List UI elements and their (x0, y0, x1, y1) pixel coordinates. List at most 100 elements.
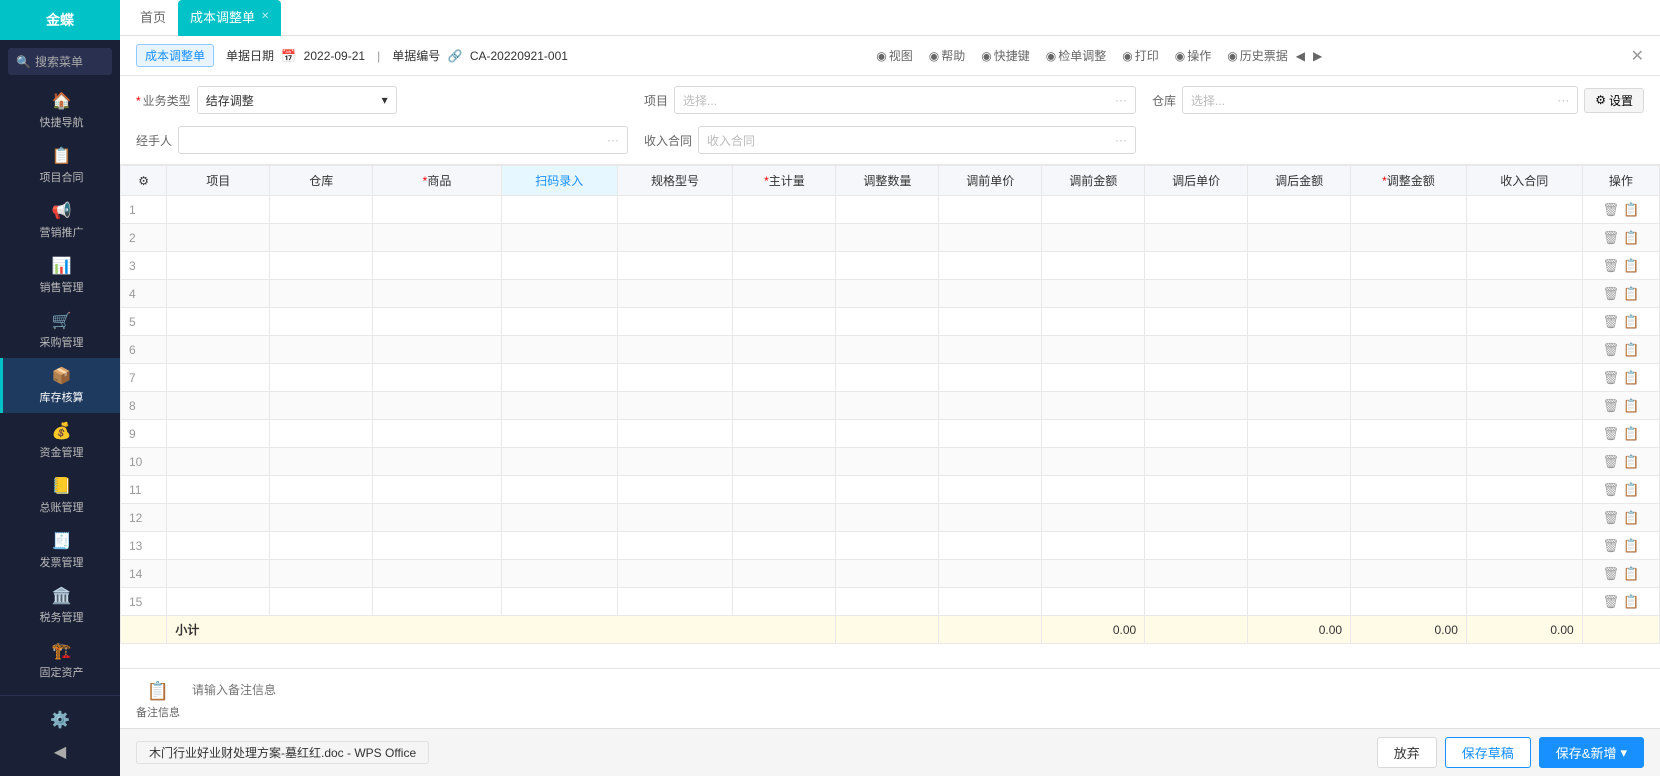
cell-row9-col1[interactable] (167, 420, 270, 448)
tab-close-cost-adjust[interactable]: ✕ (261, 11, 269, 22)
income-contract-input[interactable]: 收入合同 ··· (698, 126, 1136, 154)
cell-row13-col3[interactable] (373, 532, 502, 560)
cell-row11-col5[interactable] (617, 476, 733, 504)
cell-row14-col12[interactable] (1351, 560, 1467, 588)
cell-row9-col7[interactable] (836, 420, 939, 448)
cell-row1-col8[interactable] (939, 196, 1042, 224)
cell-row7-col3[interactable] (373, 364, 502, 392)
cell-row7-col13[interactable] (1466, 364, 1582, 392)
cell-row8-col10[interactable] (1145, 392, 1248, 420)
cell-row8-col13[interactable] (1466, 392, 1582, 420)
cell-row13-col6[interactable] (733, 532, 836, 560)
row-copy-icon-5[interactable]: 📋 (1623, 314, 1639, 329)
cell-row12-col7[interactable] (836, 504, 939, 532)
row-copy-icon-7[interactable]: 📋 (1623, 370, 1639, 385)
row-copy-icon-1[interactable]: 📋 (1623, 202, 1639, 217)
cell-row7-col1[interactable] (167, 364, 270, 392)
cell-row2-col5[interactable] (617, 224, 733, 252)
row-delete-icon-6[interactable]: 🗑 (1602, 342, 1619, 357)
row-delete-icon-2[interactable]: 🗑 (1602, 230, 1619, 245)
row-copy-icon-12[interactable]: 📋 (1623, 510, 1639, 525)
cell-row10-col1[interactable] (167, 448, 270, 476)
cell-row11-col1[interactable] (167, 476, 270, 504)
cell-row13-col5[interactable] (617, 532, 733, 560)
search-menu-button[interactable]: 🔍 搜索菜单 (8, 48, 112, 75)
cell-row12-col6[interactable] (733, 504, 836, 532)
cell-row8-col8[interactable] (939, 392, 1042, 420)
action-btn-help[interactable]: ◉帮助 (929, 47, 966, 64)
cell-row13-col2[interactable] (270, 532, 373, 560)
cell-row13-col8[interactable] (939, 532, 1042, 560)
business-type-select[interactable]: 结存调整 ▾ (197, 86, 397, 114)
cell-row5-col7[interactable] (836, 308, 939, 336)
cell-row14-col13[interactable] (1466, 560, 1582, 588)
cell-row1-col7[interactable] (836, 196, 939, 224)
save-new-button[interactable]: 保存&新增 ▾ (1539, 737, 1644, 768)
discard-button[interactable]: 放弃 (1377, 737, 1437, 768)
cell-row6-col13[interactable] (1466, 336, 1582, 364)
cell-row12-col3[interactable] (373, 504, 502, 532)
cell-row5-col3[interactable] (373, 308, 502, 336)
cell-row3-col12[interactable] (1351, 252, 1467, 280)
cell-row15-col6[interactable] (733, 588, 836, 616)
cell-row15-col13[interactable] (1466, 588, 1582, 616)
row-copy-icon-2[interactable]: 📋 (1623, 230, 1639, 245)
cell-row8-col11[interactable] (1248, 392, 1351, 420)
cell-row8-col2[interactable] (270, 392, 373, 420)
cell-row10-col5[interactable] (617, 448, 733, 476)
cell-row5-col8[interactable] (939, 308, 1042, 336)
cell-row12-col5[interactable] (617, 504, 733, 532)
cell-row13-col9[interactable] (1042, 532, 1145, 560)
cell-row12-col4[interactable] (501, 504, 617, 532)
cell-row1-col11[interactable] (1248, 196, 1351, 224)
cell-row6-col6[interactable] (733, 336, 836, 364)
cell-row2-col12[interactable] (1351, 224, 1467, 252)
close-button[interactable]: ✕ (1631, 46, 1644, 66)
taskbar-item[interactable]: 木门行业好业财处理方案-墓红红.doc - WPS Office (136, 741, 429, 764)
cell-row6-col12[interactable] (1351, 336, 1467, 364)
action-btn-view[interactable]: ◉视图 (876, 47, 913, 64)
cell-row15-col2[interactable] (270, 588, 373, 616)
cell-row7-col6[interactable] (733, 364, 836, 392)
cell-row7-col9[interactable] (1042, 364, 1145, 392)
row-copy-icon-3[interactable]: 📋 (1623, 258, 1639, 273)
sidebar-item-project-contract[interactable]: 📋 项目合同 (0, 138, 120, 193)
sidebar-item-fixed-assets[interactable]: 🏗️ 固定资产 (0, 633, 120, 688)
cell-row8-col7[interactable] (836, 392, 939, 420)
row-delete-icon-13[interactable]: 🗑 (1602, 538, 1619, 553)
cell-row1-col4[interactable] (501, 196, 617, 224)
cell-row10-col13[interactable] (1466, 448, 1582, 476)
cell-row9-col6[interactable] (733, 420, 836, 448)
cell-row15-col11[interactable] (1248, 588, 1351, 616)
action-btn-check-adjust[interactable]: ◉检单调整 (1046, 47, 1107, 64)
sidebar-item-ledger-mgmt[interactable]: 📒 总账管理 (0, 468, 120, 523)
cell-row10-col6[interactable] (733, 448, 836, 476)
cell-row4-col10[interactable] (1145, 280, 1248, 308)
cell-row9-col12[interactable] (1351, 420, 1467, 448)
cell-row12-col2[interactable] (270, 504, 373, 532)
cell-row1-col12[interactable] (1351, 196, 1467, 224)
cell-row3-col5[interactable] (617, 252, 733, 280)
col-gear[interactable]: ⚙ (121, 166, 167, 196)
notes-input[interactable] (188, 677, 1644, 713)
row-copy-icon-15[interactable]: 📋 (1623, 594, 1639, 609)
cell-row14-col1[interactable] (167, 560, 270, 588)
cell-row10-col11[interactable] (1248, 448, 1351, 476)
cell-row13-col4[interactable] (501, 532, 617, 560)
tab-home[interactable]: 首页 (128, 0, 178, 36)
cell-row2-col4[interactable] (501, 224, 617, 252)
cell-row6-col1[interactable] (167, 336, 270, 364)
cell-row5-col10[interactable] (1145, 308, 1248, 336)
cell-row6-col2[interactable] (270, 336, 373, 364)
cell-row3-col3[interactable] (373, 252, 502, 280)
cell-row6-col3[interactable] (373, 336, 502, 364)
cell-row6-col4[interactable] (501, 336, 617, 364)
action-nav-next[interactable]: ▶ (1313, 49, 1322, 63)
cell-row15-col8[interactable] (939, 588, 1042, 616)
cell-row14-col6[interactable] (733, 560, 836, 588)
sidebar-item-fund-mgmt[interactable]: 💰 资金管理 (0, 413, 120, 468)
cell-row4-col5[interactable] (617, 280, 733, 308)
cell-row4-col1[interactable] (167, 280, 270, 308)
cell-row6-col5[interactable] (617, 336, 733, 364)
cell-row9-col9[interactable] (1042, 420, 1145, 448)
